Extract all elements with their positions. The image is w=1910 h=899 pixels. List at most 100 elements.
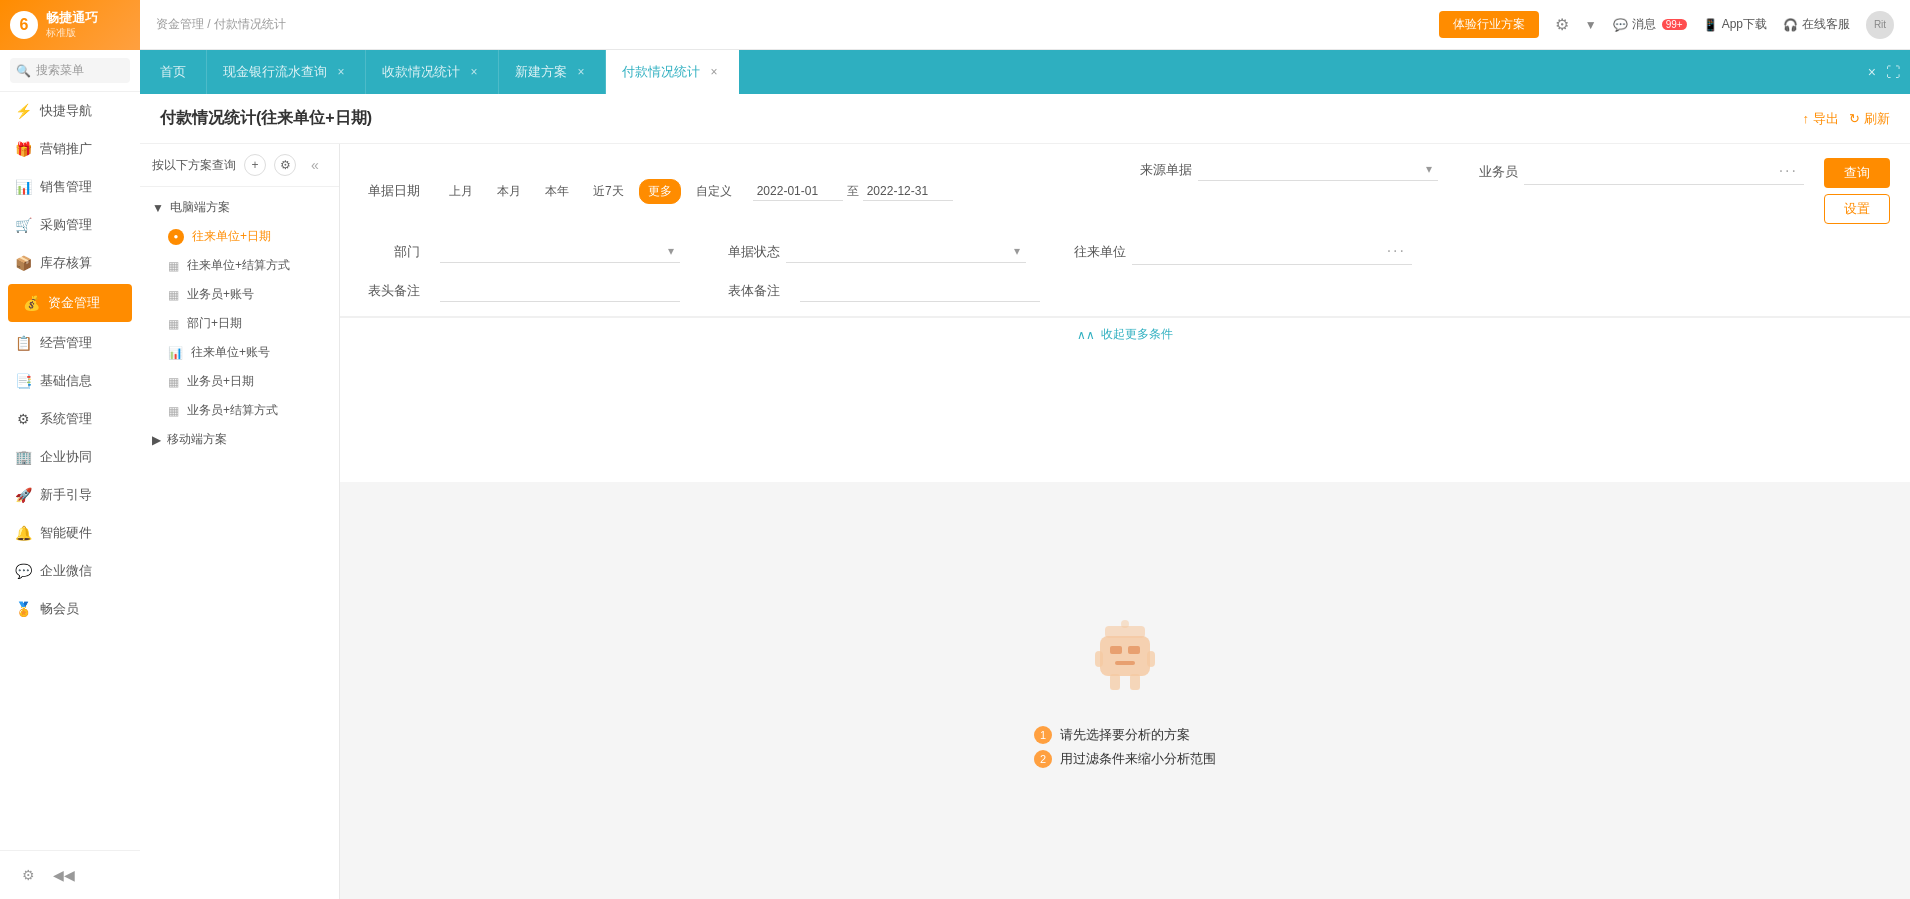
date-start-input[interactable] [753,182,843,201]
main-content: 资金管理 / 付款情况统计 体验行业方案 ⚙ ▼ 💬 消息 99+ 📱 App下… [140,0,1910,899]
scheme-item-partner-settle[interactable]: ▦ 往来单位+结算方式 [140,251,339,280]
sidebar-item-sales[interactable]: 📊 销售管理 [0,168,140,206]
service-label: 在线客服 [1802,16,1850,33]
export-btn[interactable]: ↑ 导出 [1803,110,1840,128]
svg-rect-7 [1130,674,1140,690]
collapse-sidebar-btn[interactable]: ◀◀ [50,861,78,889]
scheme-settings-btn[interactable]: ⚙ [274,154,296,176]
bank-flow-tab-close[interactable]: × [333,64,349,80]
operations-label: 经营管理 [40,334,92,352]
source-doc-select[interactable]: ▾ [1198,158,1438,181]
sidebar-item-hardware[interactable]: 🔔 智能硬件 [0,514,140,552]
app-download-btn[interactable]: 📱 App下载 [1703,16,1767,33]
notifications-label: 消息 [1632,16,1656,33]
dept-select[interactable]: ▾ [440,240,680,263]
new-scheme-tab-close[interactable]: × [573,64,589,80]
partner-dots[interactable]: ··· [1387,242,1406,260]
collapse-scheme-btn[interactable]: « [304,154,326,176]
sidebar-item-system[interactable]: ⚙ 系统管理 [0,400,140,438]
date-btn-last-month[interactable]: 上月 [440,179,482,204]
tab-payment-stats[interactable]: 付款情况统计 × [606,50,739,94]
tab-home[interactable]: 首页 [140,50,207,94]
sidebar-item-marketing[interactable]: 🎁 营销推广 [0,130,140,168]
sidebar-header: 6 畅捷通巧 标准版 [0,0,140,50]
svg-rect-5 [1147,651,1155,667]
scheme-item-salesman-settle[interactable]: ▦ 业务员+结算方式 [140,396,339,425]
sales-icon: 📊 [14,178,32,196]
table-icon-3: ▦ [168,317,179,331]
scheme-item-dept-date[interactable]: ▦ 部门+日期 [140,309,339,338]
scheme-item-partner-account[interactable]: 📊 往来单位+账号 [140,338,339,367]
sidebar-item-purchase[interactable]: 🛒 采购管理 [0,206,140,244]
sidebar-item-inventory[interactable]: 📦 库存核算 [0,244,140,282]
date-btn-more[interactable]: 更多 [639,179,681,204]
sidebar-item-guide[interactable]: 🚀 新手引导 [0,476,140,514]
step-2-num: 2 [1034,750,1052,768]
add-scheme-btn[interactable]: + [244,154,266,176]
salesman-select[interactable]: ··· [1524,158,1804,185]
source-doc-dropdown-icon: ▾ [1426,162,1432,176]
search-icon: 🔍 [16,64,31,78]
search-section[interactable]: 🔍 搜索菜单 [0,50,140,92]
empty-illustration [1065,606,1185,706]
wechat-icon: 💬 [14,562,32,580]
bank-flow-tab-label: 现金银行流水查询 [223,63,327,81]
search-menu-btn[interactable]: 🔍 搜索菜单 [10,58,130,83]
sidebar-item-vip[interactable]: 🏅 畅会员 [0,590,140,628]
settings-footer-btn[interactable]: ⚙ [14,861,42,889]
sales-label: 销售管理 [40,178,92,196]
scheme-panel-body: ▼ 电脑端方案 ● 往来单位+日期 ▦ 往来单位+结算方式 ▦ 业务员+账号 [140,187,339,899]
date-end-input[interactable] [863,182,953,201]
collapse-more-btn[interactable]: ∧∧ 收起更多条件 [340,317,1910,351]
gear-icon[interactable]: ⚙ [1555,15,1569,34]
logo-info: 畅捷通巧 标准版 [46,10,98,40]
setting-btn[interactable]: 设置 [1824,194,1890,224]
sidebar-item-operations[interactable]: 📋 经营管理 [0,324,140,362]
sidebar-item-quick-nav[interactable]: ⚡ 快捷导航 [0,92,140,130]
mobile-group-header[interactable]: ▶ 移动端方案 [140,425,339,454]
tab-receipt-stats[interactable]: 收款情况统计 × [366,50,499,94]
notifications-btn[interactable]: 💬 消息 99+ [1613,16,1687,33]
marketing-label: 营销推广 [40,140,92,158]
receipt-stats-tab-close[interactable]: × [466,64,482,80]
basic-info-label: 基础信息 [40,372,92,390]
tab-close-all-btn[interactable]: × [1868,64,1876,80]
avatar[interactable]: Rit [1866,11,1894,39]
date-btn-custom[interactable]: 自定义 [687,179,741,204]
page-header-actions: ↑ 导出 ↻ 刷新 [1803,110,1891,128]
sidebar-item-capital[interactable]: 💰 资金管理 [8,284,132,322]
sidebar-item-enterprise[interactable]: 🏢 企业协同 [0,438,140,476]
scheme-item-partner-date[interactable]: ● 往来单位+日期 [140,222,339,251]
tab-bank-flow[interactable]: 现金银行流水查询 × [207,50,366,94]
date-btn-this-year[interactable]: 本年 [536,179,578,204]
chart-icon-1: 📊 [168,346,183,360]
top-bar: 资金管理 / 付款情况统计 体验行业方案 ⚙ ▼ 💬 消息 99+ 📱 App下… [140,0,1910,50]
doc-status-select[interactable]: ▾ [786,240,1026,263]
sidebar-item-wechat[interactable]: 💬 企业微信 [0,552,140,590]
online-service-btn[interactable]: 🎧 在线客服 [1783,16,1850,33]
date-btn-this-month[interactable]: 本月 [488,179,530,204]
header-note-input[interactable] [440,279,680,302]
pc-group-header[interactable]: ▼ 电脑端方案 [140,193,339,222]
partner-select[interactable]: ··· [1132,238,1412,265]
pc-group-label: 电脑端方案 [170,199,230,216]
filter-section: 单据日期 上月 本月 本年 近7天 更多 自定义 至 [340,144,1910,317]
date-label: 单据日期 [360,182,420,200]
body-note-input[interactable] [800,279,1040,302]
scheme-item-salesman-date[interactable]: ▦ 业务员+日期 [140,367,339,396]
query-btn[interactable]: 查询 [1824,158,1890,188]
quick-nav-icon: ⚡ [14,102,32,120]
trial-btn[interactable]: 体验行业方案 [1439,11,1539,38]
search-label: 搜索菜单 [36,62,84,79]
sidebar-item-basic-info[interactable]: 📑 基础信息 [0,362,140,400]
salesman-label: 业务员 [1458,163,1518,181]
payment-stats-tab-close[interactable]: × [706,64,722,80]
dropdown-icon[interactable]: ▼ [1585,18,1597,32]
tab-expand-btn[interactable]: ⛶ [1886,64,1900,80]
capital-icon: 💰 [22,294,40,312]
salesman-dots[interactable]: ··· [1779,162,1798,180]
tab-new-scheme[interactable]: 新建方案 × [499,50,606,94]
refresh-btn[interactable]: ↻ 刷新 [1849,110,1890,128]
scheme-item-salesman-account[interactable]: ▦ 业务员+账号 [140,280,339,309]
date-btn-last-7[interactable]: 近7天 [584,179,633,204]
